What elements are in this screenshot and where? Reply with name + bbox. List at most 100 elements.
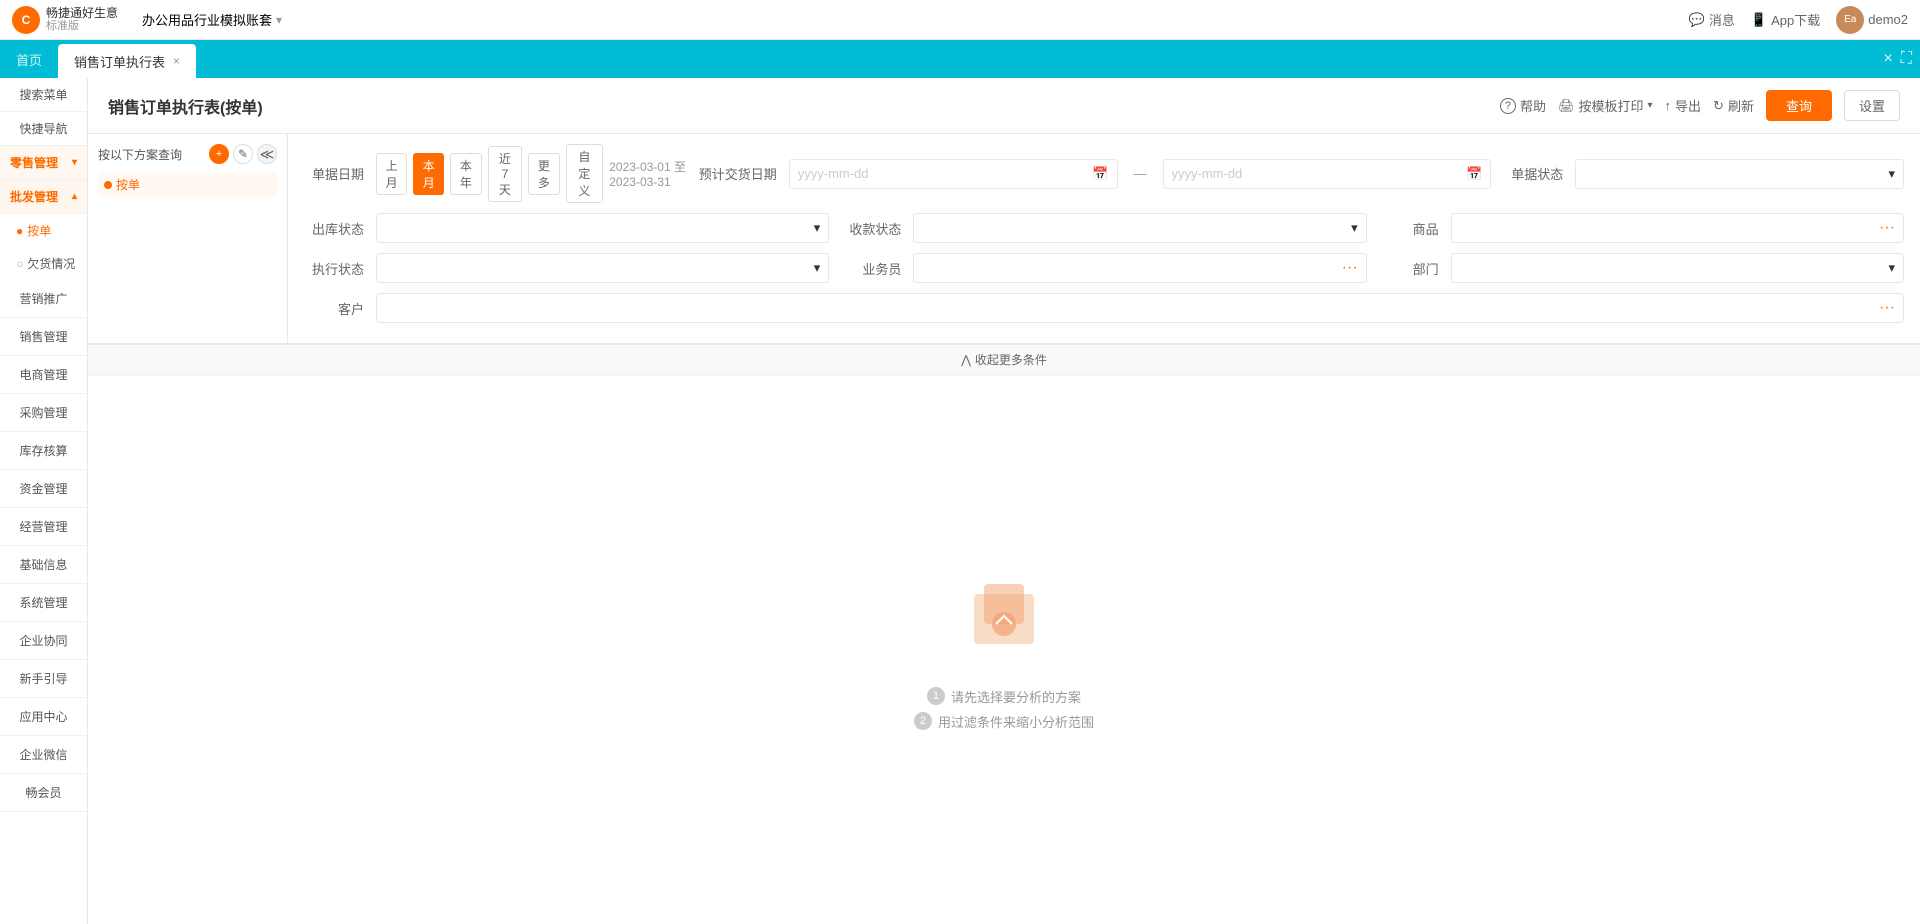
filter-row-3: 执行状态 ▾ 业务员 ··· 部门 ▾ (304, 253, 1904, 283)
expected-date-end[interactable]: 📅 (1163, 159, 1492, 189)
top-bar-left: C 畅捷通好生意 标准版 办公用品行业模拟账套 ▾ (12, 6, 282, 34)
edit-scheme-button[interactable]: ✎ (233, 144, 253, 164)
marketing-label: 营销推广 (19, 290, 67, 307)
logo-line1: 畅捷通好生意 (46, 6, 118, 20)
sidebar-item-search-menu[interactable]: 搜索菜单 (0, 78, 87, 112)
collapse-scheme-button[interactable]: ≪ (257, 144, 277, 164)
date-btn-7days[interactable]: 近7天 (488, 146, 523, 202)
window-close-icon[interactable]: × (1883, 50, 1892, 68)
sidebar-item-sales[interactable]: 销售管理 (0, 318, 87, 356)
out-status-arrow-icon: ▾ (814, 220, 821, 236)
expected-date-start-input[interactable] (798, 166, 1089, 181)
user-area[interactable]: Ea demo2 (1836, 6, 1908, 34)
goods-input-wrap[interactable]: ··· (1451, 213, 1904, 243)
hint-num-1: 1 (927, 687, 945, 705)
single-status-select[interactable]: ▾ (1575, 159, 1904, 189)
logo-text: 畅捷通好生意 标准版 (46, 6, 118, 34)
add-scheme-button[interactable]: + (209, 144, 229, 164)
dept-select[interactable]: ▾ (1451, 253, 1904, 283)
retail-label: 零售管理 (10, 154, 58, 171)
customer-dots[interactable]: ··· (1879, 299, 1895, 317)
tab-sales-exec[interactable]: 销售订单执行表 × (58, 44, 196, 78)
settings-button[interactable]: 设置 (1844, 90, 1900, 121)
expected-date-start[interactable]: 📅 (789, 159, 1118, 189)
basic-info-label: 基础信息 (19, 556, 67, 573)
sidebar-item-new-user[interactable]: 新手引导 (0, 660, 87, 698)
sidebar-item-finance[interactable]: 资金管理 (0, 470, 87, 508)
sidebar-item-wholesale[interactable]: 批发管理 ▴ (0, 180, 87, 214)
tab-home[interactable]: 首页 (0, 40, 58, 78)
single-date-label: 单据日期 (304, 164, 364, 183)
finance-label: 资金管理 (19, 480, 67, 497)
sidebar-item-system[interactable]: 系统管理 (0, 584, 87, 622)
collapse-button[interactable]: ⋀ 收起更多条件 (961, 351, 1047, 368)
help-button[interactable]: ? 帮助 (1500, 96, 1546, 115)
sidebar-sub-item-by-order[interactable]: ● 按单 (0, 214, 87, 247)
single-status-arrow-icon: ▾ (1888, 166, 1895, 182)
sidebar-item-marketing[interactable]: 营销推广 (0, 280, 87, 318)
customer-input-wrap[interactable]: ··· (376, 293, 1904, 323)
scheme-item-by-order[interactable]: 按单 (98, 172, 277, 197)
goods-dots[interactable]: ··· (1879, 219, 1895, 237)
date-btn-custom[interactable]: 自定义 (566, 144, 604, 203)
app-download-button[interactable]: 📱 App下载 (1751, 10, 1820, 29)
sidebar-item-retail[interactable]: 零售管理 ▾ (0, 146, 87, 180)
window-expand-icon[interactable]: ⛶ (1901, 50, 1912, 68)
app-download-label: App下载 (1771, 10, 1820, 29)
by-order-dot-icon: ● (16, 224, 23, 238)
expected-date-end-input[interactable] (1172, 166, 1463, 181)
print-button[interactable]: 🖨 按模板打印 ▾ (1558, 96, 1653, 115)
sidebar-sub-item-backorder[interactable]: ○ 欠货情况 (0, 247, 87, 280)
sidebar-item-member[interactable]: 畅会员 (0, 774, 87, 812)
tab-home-label: 首页 (16, 50, 42, 69)
collect-status-select[interactable]: ▾ (913, 213, 1366, 243)
filter-row-2: 出库状态 ▾ 收款状态 ▾ 商品 ··· (304, 213, 1904, 243)
salesman-input-wrap[interactable]: ··· (913, 253, 1366, 283)
sidebar-item-enterprise-collab[interactable]: 企业协同 (0, 622, 87, 660)
app-download-icon: 📱 (1751, 12, 1767, 28)
out-status-select[interactable]: ▾ (376, 213, 829, 243)
sidebar-item-operations[interactable]: 经营管理 (0, 508, 87, 546)
salesman-label: 业务员 (841, 259, 901, 278)
date-btn-more[interactable]: 更多 (528, 153, 559, 195)
date-btn-this-month[interactable]: 本月 (413, 153, 444, 195)
logo-line2: 标准版 (46, 20, 118, 33)
purchase-label: 采购管理 (19, 404, 67, 421)
logo-icon: C (12, 6, 40, 34)
scheme-dot-icon (104, 181, 112, 189)
sidebar-item-quick-nav[interactable]: 快捷导航 (0, 112, 87, 146)
help-icon: ? (1500, 98, 1516, 114)
query-button[interactable]: 查询 (1766, 90, 1832, 121)
filter-date-group: 上月 本月 本年 近7天 更多 自定义 2023-03-01 至 2023-03… (376, 144, 687, 203)
single-status-label: 单据状态 (1503, 164, 1563, 183)
dept-arrow-icon: ▾ (1888, 260, 1895, 276)
expected-date-label: 预计交货日期 (699, 164, 777, 183)
empty-icon (954, 564, 1054, 667)
refresh-icon: ↻ (1713, 98, 1724, 114)
wechat-label: 企业微信 (19, 746, 67, 763)
date-range-text: 2023-03-01 至 2023-03-31 (609, 158, 687, 189)
salesman-dots[interactable]: ··· (1342, 259, 1358, 277)
date-btn-this-year[interactable]: 本年 (450, 153, 481, 195)
filter-scheme-panel: 按以下方案查询 + ✎ ≪ 按单 (88, 134, 288, 343)
sidebar-item-inventory[interactable]: 库存核算 (0, 432, 87, 470)
date-btn-last-month[interactable]: 上月 (376, 153, 407, 195)
collect-status-arrow-icon: ▾ (1351, 220, 1358, 236)
sidebar-item-ecommerce[interactable]: 电商管理 (0, 356, 87, 394)
message-button[interactable]: 💬 消息 (1689, 10, 1735, 29)
sidebar-item-basic-info[interactable]: 基础信息 (0, 546, 87, 584)
hint-text-1: 请先选择要分析的方案 (951, 687, 1081, 706)
refresh-button[interactable]: ↻ 刷新 (1713, 96, 1754, 115)
tab-close-icon[interactable]: × (173, 54, 180, 68)
sidebar-item-purchase[interactable]: 采购管理 (0, 394, 87, 432)
tab-bar-controls: × ⛶ (1883, 40, 1920, 78)
export-button[interactable]: ↑ 导出 (1665, 96, 1702, 115)
system-label: 系统管理 (19, 594, 67, 611)
export-label: 导出 (1675, 96, 1701, 115)
sidebar-item-wechat[interactable]: 企业微信 (0, 736, 87, 774)
exec-status-select[interactable]: ▾ (376, 253, 829, 283)
sidebar-item-app-center[interactable]: 应用中心 (0, 698, 87, 736)
breadcrumb[interactable]: 办公用品行业模拟账套 ▾ (142, 10, 282, 29)
new-user-label: 新手引导 (19, 670, 67, 687)
export-icon: ↑ (1665, 98, 1672, 113)
